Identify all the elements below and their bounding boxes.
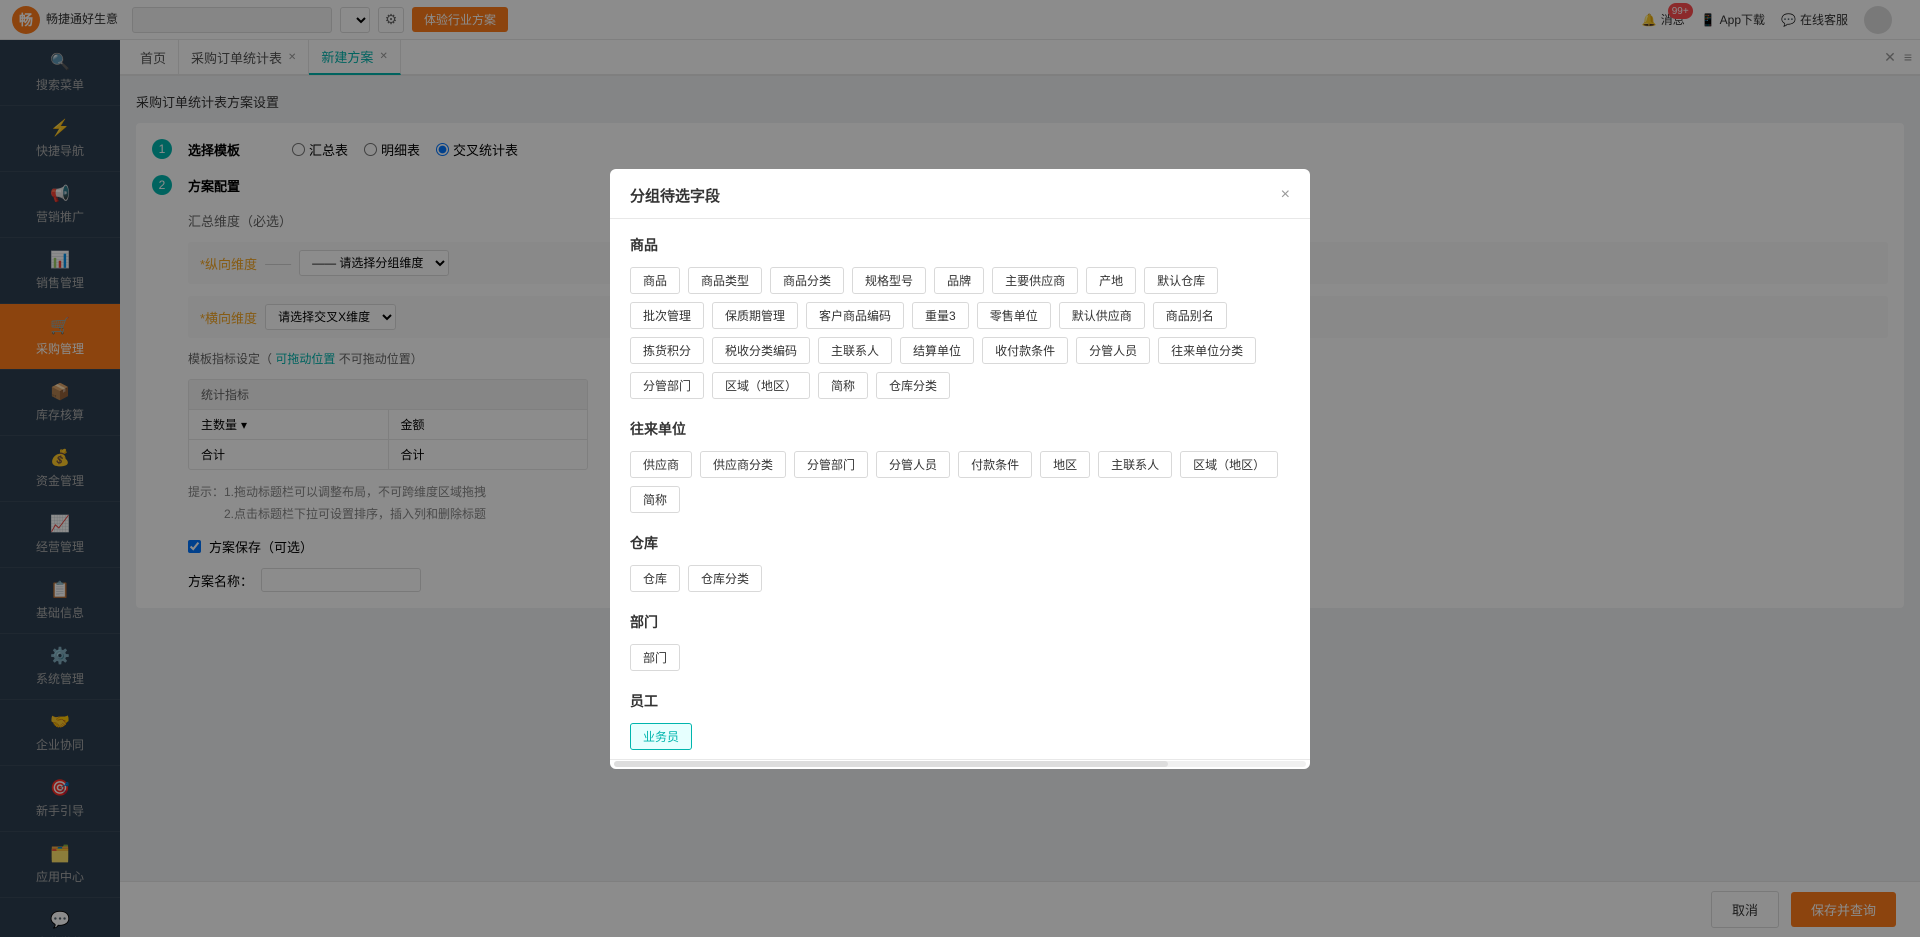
field-商品类型[interactable]: 商品类型 [688, 267, 762, 294]
product-fields: 商品 商品类型 商品分类 规格型号 品牌 主要供应商 产地 默认仓库 批次管理 … [630, 267, 1290, 399]
h-scroll-thumb[interactable] [614, 761, 1168, 767]
field-业务员[interactable]: 业务员 [630, 723, 692, 750]
field-重量3[interactable]: 重量3 [912, 302, 969, 329]
staff-fields: 业务员 [630, 723, 1290, 750]
field-规格型号[interactable]: 规格型号 [852, 267, 926, 294]
h-scroll-track [614, 761, 1306, 767]
modal-close-button[interactable]: × [1281, 186, 1290, 204]
field-主联系人2[interactable]: 主联系人 [1098, 451, 1172, 478]
field-主要供应商[interactable]: 主要供应商 [992, 267, 1078, 294]
section-staff: 员工 业务员 [630, 691, 1290, 750]
field-产地[interactable]: 产地 [1086, 267, 1136, 294]
field-区域地区2[interactable]: 区域（地区） [1180, 451, 1278, 478]
field-默认仓库[interactable]: 默认仓库 [1144, 267, 1218, 294]
field-商品分类[interactable]: 商品分类 [770, 267, 844, 294]
partner-fields: 供应商 供应商分类 分管部门 分管人员 付款条件 地区 主联系人 区域（地区） … [630, 451, 1290, 513]
section-warehouse: 仓库 仓库 仓库分类 [630, 533, 1290, 592]
modal-body: 商品 商品 商品类型 商品分类 规格型号 品牌 主要供应商 产地 默认仓库 批次… [610, 219, 1310, 760]
field-批次管理[interactable]: 批次管理 [630, 302, 704, 329]
field-税收分类编码[interactable]: 税收分类编码 [712, 337, 810, 364]
field-客户商品编码[interactable]: 客户商品编码 [806, 302, 904, 329]
field-主联系人[interactable]: 主联系人 [818, 337, 892, 364]
field-拣货积分[interactable]: 拣货积分 [630, 337, 704, 364]
field-地区[interactable]: 地区 [1040, 451, 1090, 478]
section-staff-title: 员工 [630, 691, 1290, 711]
section-dept-title: 部门 [630, 612, 1290, 632]
section-dept: 部门 部门 [630, 612, 1290, 671]
field-简称2[interactable]: 简称 [630, 486, 680, 513]
modal-title: 分组待选字段 [630, 185, 720, 206]
modal-header: 分组待选字段 × [610, 169, 1310, 219]
warehouse-fields: 仓库 仓库分类 [630, 565, 1290, 592]
section-product-title: 商品 [630, 235, 1290, 255]
field-结算单位[interactable]: 结算单位 [900, 337, 974, 364]
field-保质期管理[interactable]: 保质期管理 [712, 302, 798, 329]
section-partner: 往来单位 供应商 供应商分类 分管部门 分管人员 付款条件 地区 主联系人 区域… [630, 419, 1290, 513]
field-默认供应商[interactable]: 默认供应商 [1059, 302, 1145, 329]
section-product: 商品 商品 商品类型 商品分类 规格型号 品牌 主要供应商 产地 默认仓库 批次… [630, 235, 1290, 399]
field-分管部门2[interactable]: 分管部门 [794, 451, 868, 478]
section-partner-title: 往来单位 [630, 419, 1290, 439]
field-分管人员[interactable]: 分管人员 [1076, 337, 1150, 364]
dept-fields: 部门 [630, 644, 1290, 671]
field-往来单位分类[interactable]: 往来单位分类 [1158, 337, 1256, 364]
field-区域地区[interactable]: 区域（地区） [712, 372, 810, 399]
field-select-modal: 分组待选字段 × 商品 商品 商品类型 商品分类 规格型号 品牌 主要供应商 产… [610, 169, 1310, 769]
field-仓库分类2[interactable]: 仓库分类 [688, 565, 762, 592]
field-供应商[interactable]: 供应商 [630, 451, 692, 478]
field-部门[interactable]: 部门 [630, 644, 680, 671]
field-商品[interactable]: 商品 [630, 267, 680, 294]
field-品牌[interactable]: 品牌 [934, 267, 984, 294]
field-仓库分类[interactable]: 仓库分类 [876, 372, 950, 399]
field-简称[interactable]: 简称 [818, 372, 868, 399]
field-供应商分类[interactable]: 供应商分类 [700, 451, 786, 478]
field-分管部门[interactable]: 分管部门 [630, 372, 704, 399]
field-分管人员2[interactable]: 分管人员 [876, 451, 950, 478]
field-商品别名[interactable]: 商品别名 [1153, 302, 1227, 329]
field-仓库[interactable]: 仓库 [630, 565, 680, 592]
horizontal-scroll[interactable] [610, 759, 1310, 768]
field-收付款条件[interactable]: 收付款条件 [982, 337, 1068, 364]
field-付款条件[interactable]: 付款条件 [958, 451, 1032, 478]
modal-overlay[interactable]: 分组待选字段 × 商品 商品 商品类型 商品分类 规格型号 品牌 主要供应商 产… [0, 0, 1920, 937]
field-零售单位[interactable]: 零售单位 [977, 302, 1051, 329]
section-warehouse-title: 仓库 [630, 533, 1290, 553]
